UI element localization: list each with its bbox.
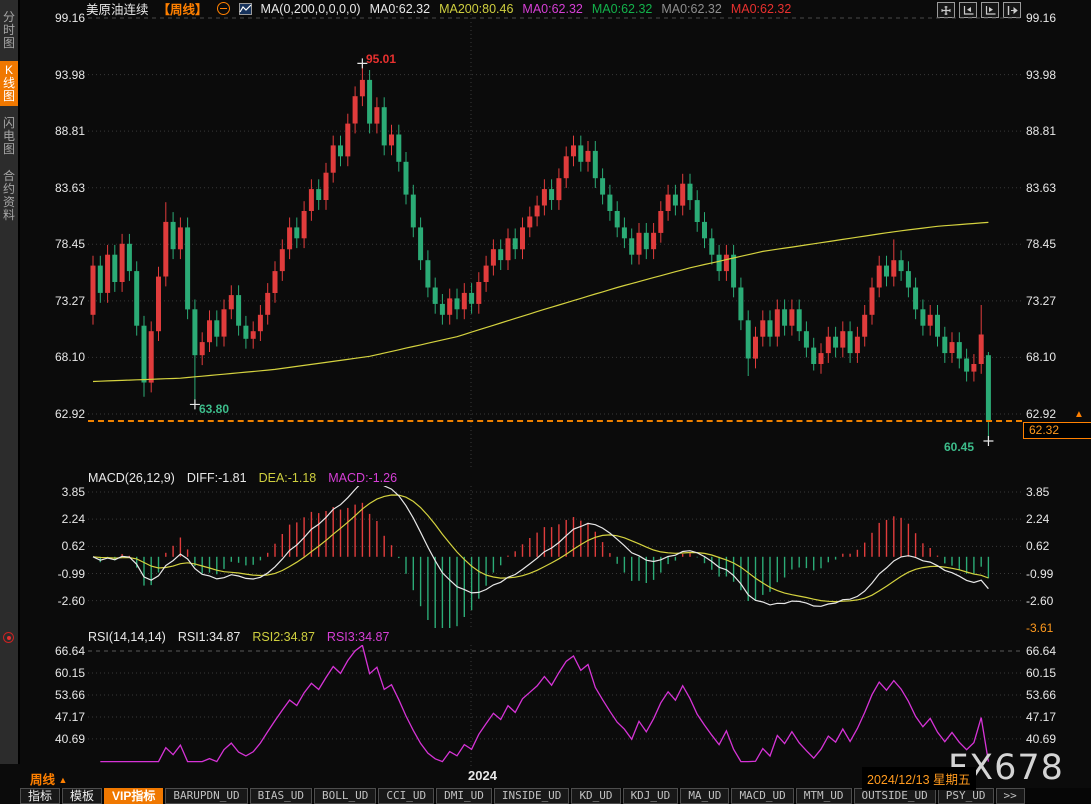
axis-label: 47.17 bbox=[54, 710, 85, 724]
tab-kdj-ud[interactable]: KDJ_UD bbox=[622, 788, 679, 804]
axis-label: -0.99 bbox=[57, 567, 85, 581]
axis-label: 47.17 bbox=[1026, 710, 1057, 724]
last-price-box: 62.32 bbox=[1023, 422, 1091, 439]
tab-mtm-ud[interactable]: MTM_UD bbox=[795, 788, 852, 804]
axis-label: 73.27 bbox=[1026, 294, 1057, 308]
axis-label: 62.92 bbox=[1026, 407, 1057, 421]
axis-label: 88.81 bbox=[54, 124, 85, 138]
rsi2-value: RSI2:34.87 bbox=[252, 630, 315, 644]
axis-label: 0.62 bbox=[61, 539, 85, 553]
period-dropdown-arrow-icon: ▲ bbox=[58, 775, 68, 785]
axis-label: 3.85 bbox=[61, 485, 85, 499]
axis-label: 2.24 bbox=[1026, 512, 1050, 526]
macd-dea-value: DEA:-1.18 bbox=[258, 471, 317, 485]
tab-macd-ud[interactable]: MACD_UD bbox=[731, 788, 794, 804]
sidebar-item-kline-chart[interactable]: K线图 bbox=[0, 61, 18, 106]
macd-macd-value: MACD:-1.26 bbox=[328, 471, 398, 485]
macd-header: MACD(26,12,9) DIFF:-1.81 DEA:-1.18 MACD:… bbox=[88, 471, 397, 485]
tab-bias-ud[interactable]: BIAS_UD bbox=[249, 788, 312, 804]
high-annotation: 95.01 bbox=[366, 52, 397, 66]
axis-label: -3.61 bbox=[1026, 621, 1054, 635]
rsi-header: RSI(14,14,14) RSI1:34.87 RSI2:34.87 RSI3… bbox=[88, 630, 389, 644]
axis-label: 78.45 bbox=[54, 237, 85, 251]
tab-kd-ud[interactable]: KD_UD bbox=[571, 788, 621, 804]
macd-chart-canvas[interactable] bbox=[88, 486, 1022, 628]
axis-label: 2.24 bbox=[61, 512, 85, 526]
axis-label: 73.27 bbox=[54, 294, 85, 308]
axis-label: 66.64 bbox=[54, 644, 85, 658]
tab-dmi-ud[interactable]: DMI_UD bbox=[436, 788, 492, 804]
tab-outside-ud[interactable]: OUTSIDE_UD bbox=[853, 788, 936, 804]
indicator-toolbar: 指标 模板 VIP指标 BARUPDN_UD BIAS_UD BOLL_UD C… bbox=[20, 788, 1091, 804]
low-annotation: 63.80 bbox=[199, 402, 230, 416]
axis-label: 60.15 bbox=[54, 666, 85, 680]
macd-title[interactable]: MACD(26,12,9) bbox=[88, 471, 175, 485]
x-axis-year-label: 2024 bbox=[468, 768, 497, 783]
axis-label: 40.69 bbox=[1026, 732, 1057, 746]
rsi-title[interactable]: RSI(14,14,14) bbox=[88, 630, 166, 644]
tab-indicators[interactable]: 指标 bbox=[20, 788, 61, 804]
axis-label: -2.60 bbox=[1026, 594, 1054, 608]
axis-label: 3.85 bbox=[1026, 485, 1050, 499]
sidebar-item-lightning-chart[interactable]: 闪电图 bbox=[0, 114, 18, 159]
price-chart-canvas[interactable] bbox=[88, 10, 1022, 468]
rsi1-value: RSI1:34.87 bbox=[177, 630, 241, 644]
axis-label: 99.16 bbox=[54, 11, 85, 25]
axis-label: 88.81 bbox=[1026, 124, 1057, 138]
chart-type-sidebar: 分时图 K线图 闪电图 合约资料 bbox=[0, 0, 20, 764]
rsi3-value: RSI3:34.87 bbox=[326, 630, 390, 644]
axis-label: 53.66 bbox=[54, 688, 85, 702]
tab-more[interactable]: >> bbox=[995, 788, 1025, 804]
tab-barupdn-ud[interactable]: BARUPDN_UD bbox=[165, 788, 248, 804]
axis-label: -2.60 bbox=[57, 594, 85, 608]
axis-label: 93.98 bbox=[1026, 68, 1057, 82]
tab-vip-indicators[interactable]: VIP指标 bbox=[104, 788, 164, 804]
axis-label: 60.15 bbox=[1026, 666, 1057, 680]
axis-label: -0.99 bbox=[1026, 567, 1054, 581]
axis-label: 83.63 bbox=[54, 181, 85, 195]
axis-label: 40.69 bbox=[54, 732, 85, 746]
axis-label: 53.66 bbox=[1026, 688, 1057, 702]
rsi-chart-canvas[interactable] bbox=[88, 645, 1022, 767]
axis-label: 66.64 bbox=[1026, 644, 1057, 658]
tab-cci-ud[interactable]: CCI_UD bbox=[378, 788, 435, 804]
axis-label: 83.63 bbox=[1026, 181, 1057, 195]
period-selector[interactable]: 周线 ▲ bbox=[30, 769, 67, 788]
cursor-date-label: 2024/12/13 星期五 bbox=[862, 767, 976, 790]
tab-psy-ud[interactable]: PSY_UD bbox=[937, 788, 994, 804]
charting-app: 分时图 K线图 闪电图 合约资料 美原油连续 【周线】 MA(0,200,0,0… bbox=[0, 0, 1091, 804]
sidebar-item-timeline-chart[interactable]: 分时图 bbox=[0, 8, 18, 53]
axis-label: 99.16 bbox=[1026, 11, 1057, 25]
record-icon[interactable] bbox=[3, 632, 14, 643]
axis-label: 78.45 bbox=[1026, 237, 1057, 251]
axis-label: 68.10 bbox=[1026, 350, 1057, 364]
final-low-annotation: 60.45 bbox=[944, 440, 975, 454]
last-price-dashed-line bbox=[88, 420, 1022, 422]
sidebar-item-contract-info[interactable]: 合约资料 bbox=[0, 167, 18, 225]
axis-label: 0.62 bbox=[1026, 539, 1050, 553]
axis-label: 93.98 bbox=[54, 68, 85, 82]
axis-label: 62.92 bbox=[54, 407, 85, 421]
tab-boll-ud[interactable]: BOLL_UD bbox=[313, 788, 377, 804]
tab-templates[interactable]: 模板 bbox=[62, 788, 103, 804]
tab-ma-ud[interactable]: MA_UD bbox=[680, 788, 730, 804]
macd-diff-value: DIFF:-1.81 bbox=[186, 471, 247, 485]
tab-inside-ud[interactable]: INSIDE_UD bbox=[493, 788, 570, 804]
axis-label: 68.10 bbox=[54, 350, 85, 364]
